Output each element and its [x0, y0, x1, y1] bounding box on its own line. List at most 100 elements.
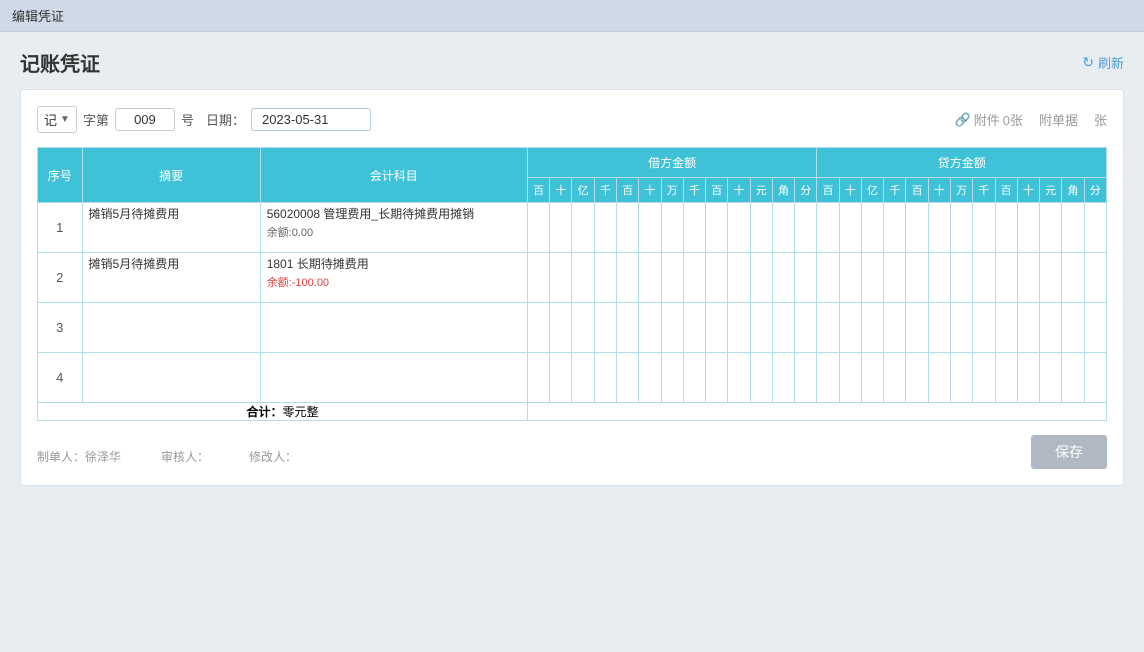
credit-value-10[interactable]	[1040, 203, 1062, 253]
credit-value-11[interactable]	[1062, 303, 1084, 353]
credit-value-9[interactable]	[1017, 203, 1039, 253]
credit-value-10[interactable]	[1040, 303, 1062, 353]
table-row[interactable]: 2摊销5月待摊费用1801 长期待摊费用余额:-100.00	[38, 253, 1107, 303]
debit-value-5[interactable]	[639, 353, 661, 403]
debit-value-6[interactable]	[661, 303, 683, 353]
credit-value-8[interactable]	[995, 253, 1017, 303]
credit-value-8[interactable]	[995, 303, 1017, 353]
debit-value-2[interactable]	[572, 203, 594, 253]
credit-value-8[interactable]	[995, 353, 1017, 403]
debit-value-8[interactable]	[706, 353, 728, 403]
debit-value-11[interactable]	[772, 353, 794, 403]
credit-value-4[interactable]	[906, 203, 928, 253]
credit-value-0[interactable]	[817, 253, 839, 303]
credit-value-12[interactable]	[1084, 203, 1106, 253]
credit-value-1[interactable]	[839, 253, 861, 303]
credit-value-2[interactable]	[861, 253, 883, 303]
credit-value-7[interactable]	[973, 253, 995, 303]
credit-value-5[interactable]	[928, 303, 950, 353]
debit-value-7[interactable]	[683, 303, 705, 353]
debit-value-11[interactable]	[772, 303, 794, 353]
debit-value-7[interactable]	[683, 253, 705, 303]
credit-value-10[interactable]	[1040, 253, 1062, 303]
table-row[interactable]: 3	[38, 303, 1107, 353]
debit-value-4[interactable]	[617, 253, 639, 303]
credit-value-5[interactable]	[928, 253, 950, 303]
credit-value-1[interactable]	[839, 203, 861, 253]
credit-value-0[interactable]	[817, 203, 839, 253]
debit-value-0[interactable]	[527, 203, 549, 253]
credit-value-3[interactable]	[884, 253, 906, 303]
debit-value-3[interactable]	[594, 203, 616, 253]
credit-value-11[interactable]	[1062, 203, 1084, 253]
debit-value-0[interactable]	[527, 353, 549, 403]
credit-value-3[interactable]	[884, 303, 906, 353]
voucher-number-input[interactable]	[115, 108, 175, 131]
credit-value-9[interactable]	[1017, 253, 1039, 303]
debit-value-6[interactable]	[661, 203, 683, 253]
credit-value-7[interactable]	[973, 303, 995, 353]
credit-value-0[interactable]	[817, 353, 839, 403]
debit-value-7[interactable]	[683, 203, 705, 253]
debit-value-9[interactable]	[728, 203, 750, 253]
row-summary[interactable]: 摊销5月待摊费用	[82, 253, 260, 303]
credit-value-4[interactable]	[906, 253, 928, 303]
row-account[interactable]	[260, 353, 527, 403]
refresh-button[interactable]: ↻ 刷新	[1082, 53, 1124, 72]
debit-value-12[interactable]	[795, 203, 817, 253]
debit-value-5[interactable]	[639, 253, 661, 303]
row-summary[interactable]: 摊销5月待摊费用	[82, 203, 260, 253]
credit-value-1[interactable]	[839, 353, 861, 403]
debit-value-1[interactable]	[550, 253, 572, 303]
credit-value-3[interactable]	[884, 353, 906, 403]
debit-value-11[interactable]	[772, 253, 794, 303]
debit-value-0[interactable]	[527, 253, 549, 303]
credit-value-2[interactable]	[861, 353, 883, 403]
credit-value-6[interactable]	[950, 253, 972, 303]
row-summary[interactable]	[82, 353, 260, 403]
credit-value-3[interactable]	[884, 203, 906, 253]
debit-value-10[interactable]	[750, 353, 772, 403]
table-row[interactable]: 4	[38, 353, 1107, 403]
debit-value-7[interactable]	[683, 353, 705, 403]
debit-value-4[interactable]	[617, 353, 639, 403]
debit-value-2[interactable]	[572, 303, 594, 353]
debit-value-5[interactable]	[639, 303, 661, 353]
credit-value-9[interactable]	[1017, 303, 1039, 353]
row-account[interactable]	[260, 303, 527, 353]
debit-value-12[interactable]	[795, 353, 817, 403]
debit-value-3[interactable]	[594, 253, 616, 303]
debit-value-9[interactable]	[728, 253, 750, 303]
debit-value-9[interactable]	[728, 353, 750, 403]
debit-value-3[interactable]	[594, 353, 616, 403]
debit-value-10[interactable]	[750, 303, 772, 353]
debit-value-5[interactable]	[639, 203, 661, 253]
credit-value-0[interactable]	[817, 303, 839, 353]
debit-value-1[interactable]	[550, 203, 572, 253]
row-summary[interactable]	[82, 303, 260, 353]
credit-value-11[interactable]	[1062, 253, 1084, 303]
debit-value-0[interactable]	[527, 303, 549, 353]
debit-value-2[interactable]	[572, 253, 594, 303]
credit-value-11[interactable]	[1062, 353, 1084, 403]
debit-value-12[interactable]	[795, 303, 817, 353]
debit-value-4[interactable]	[617, 303, 639, 353]
credit-value-10[interactable]	[1040, 353, 1062, 403]
debit-value-2[interactable]	[572, 353, 594, 403]
row-account[interactable]: 56020008 管理费用_长期待摊费用摊销余额:0.00	[260, 203, 527, 253]
table-row[interactable]: 1摊销5月待摊费用56020008 管理费用_长期待摊费用摊销余额:0.00	[38, 203, 1107, 253]
credit-value-1[interactable]	[839, 303, 861, 353]
credit-value-7[interactable]	[973, 203, 995, 253]
debit-value-8[interactable]	[706, 203, 728, 253]
credit-value-6[interactable]	[950, 203, 972, 253]
debit-value-6[interactable]	[661, 253, 683, 303]
credit-value-12[interactable]	[1084, 253, 1106, 303]
debit-value-8[interactable]	[706, 303, 728, 353]
credit-value-6[interactable]	[950, 303, 972, 353]
debit-value-4[interactable]	[617, 203, 639, 253]
row-account[interactable]: 1801 长期待摊费用余额:-100.00	[260, 253, 527, 303]
debit-value-8[interactable]	[706, 253, 728, 303]
credit-value-2[interactable]	[861, 203, 883, 253]
credit-value-5[interactable]	[928, 353, 950, 403]
date-input[interactable]	[251, 108, 371, 131]
